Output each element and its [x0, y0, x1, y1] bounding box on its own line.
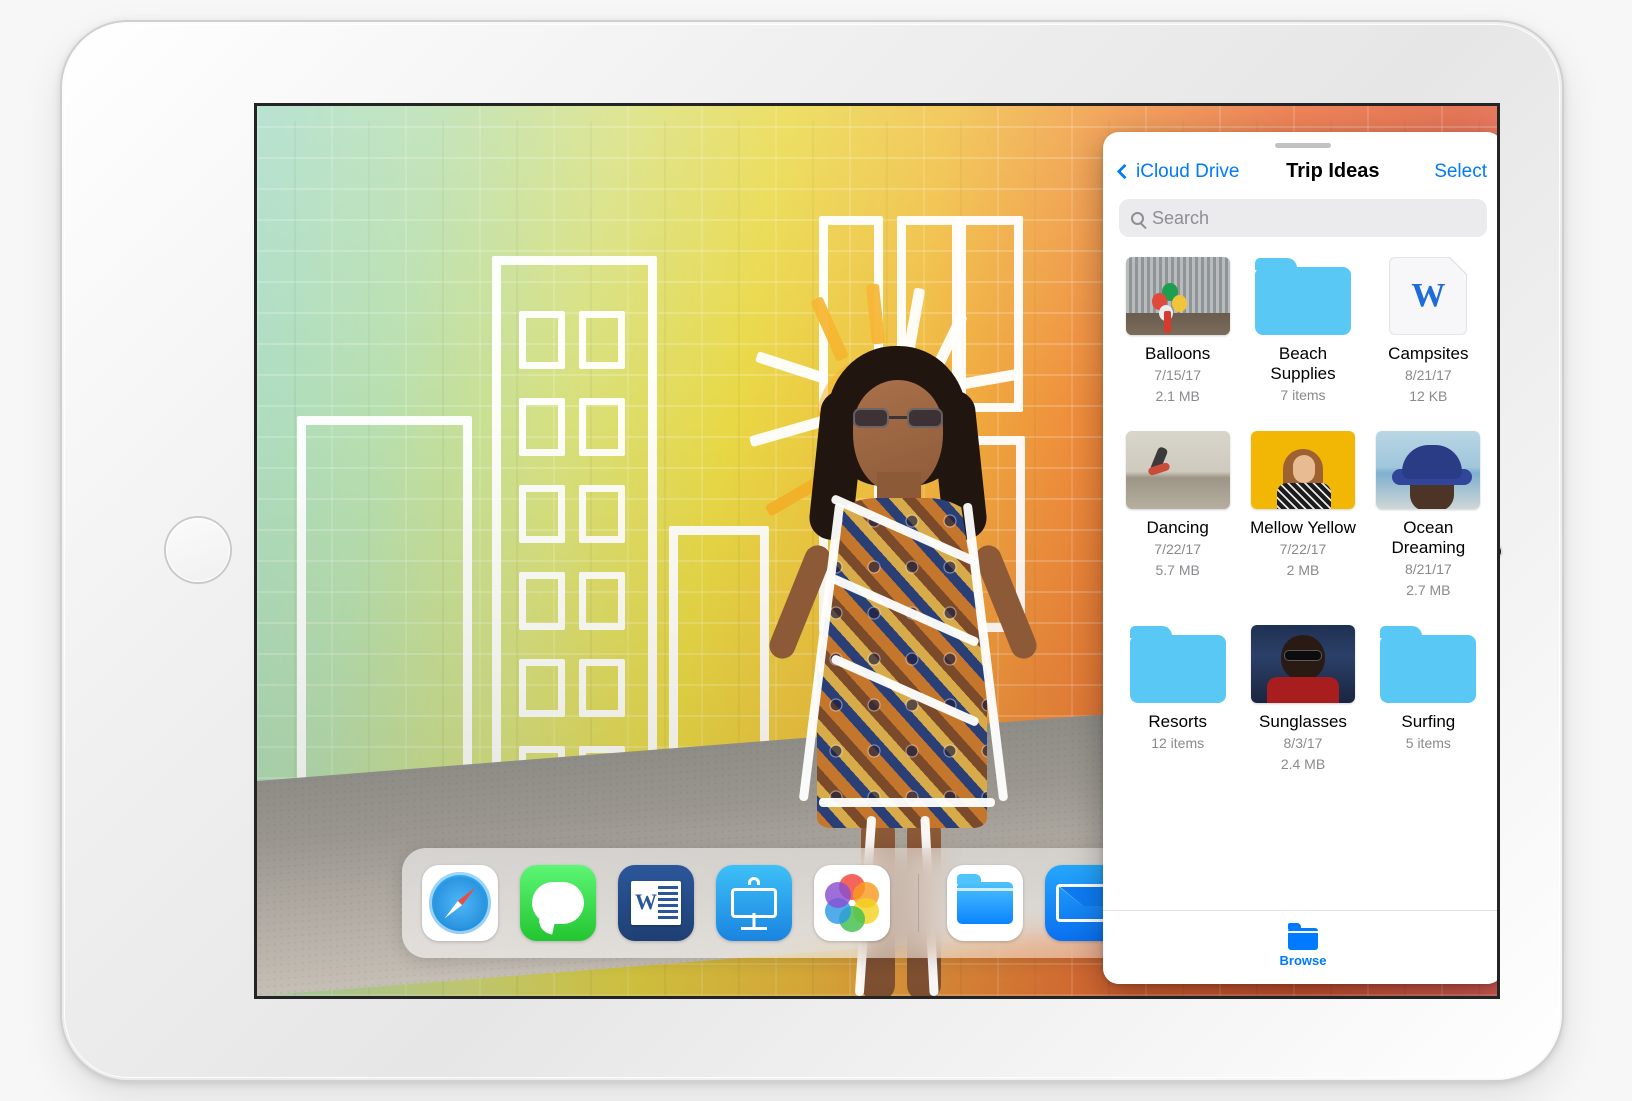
- folder-icon: [1126, 625, 1230, 704]
- screenshot-root: W iCloud Drive Trip Ideas Select Search …: [0, 0, 1632, 1101]
- search-placeholder: Search: [1152, 207, 1210, 228]
- file-name: Dancing: [1146, 517, 1209, 537]
- file-date: 8/21/17: [1404, 367, 1452, 384]
- back-button-label: iCloud Drive: [1136, 160, 1240, 182]
- file-name: Resorts: [1148, 712, 1207, 732]
- file-item-sunglasses[interactable]: Sunglasses 8/3/17 2.4 MB: [1240, 619, 1365, 791]
- photo-thumbnail: [1125, 430, 1230, 509]
- file-grid: Balloons 7/15/17 2.1 MB Beach Supplies 7…: [1103, 237, 1497, 910]
- file-size: 5.7 MB: [1155, 561, 1200, 578]
- photo-thumbnail: [1250, 430, 1355, 509]
- tab-browse[interactable]: Browse: [1279, 922, 1327, 968]
- file-name: Surfing: [1401, 712, 1456, 732]
- folder-icon: [1376, 625, 1480, 704]
- word-document-icon: W: [1376, 257, 1480, 335]
- file-item-dancing[interactable]: Dancing 7/22/17 5.7 MB: [1115, 425, 1240, 617]
- folder-icon: [1288, 922, 1318, 950]
- file-size: 2 MB: [1286, 561, 1320, 578]
- file-item-campsites[interactable]: W Campsites 8/21/17 12 KB: [1366, 251, 1491, 423]
- panel-navigation-bar: iCloud Drive Trip Ideas Select: [1103, 148, 1497, 189]
- file-date: 7/22/17: [1279, 541, 1327, 558]
- file-item-resorts[interactable]: Resorts 12 items: [1115, 619, 1240, 791]
- photo-thumbnail: [1250, 625, 1355, 704]
- dock-app-safari[interactable]: [422, 865, 498, 941]
- file-size: 2.7 MB: [1406, 581, 1451, 598]
- home-button[interactable]: [166, 518, 230, 582]
- file-item-beach-supplies[interactable]: Beach Supplies 7 items: [1240, 251, 1365, 423]
- file-name: Campsites: [1388, 344, 1469, 363]
- sunglasses-icon: [853, 408, 943, 428]
- page-title: Trip Ideas: [1286, 160, 1380, 182]
- dock-app-files[interactable]: [947, 865, 1023, 941]
- file-name: Ocean Dreaming: [1391, 517, 1466, 558]
- files-slideover-panel: iCloud Drive Trip Ideas Select Search Ba…: [1103, 132, 1497, 984]
- file-size: 2.4 MB: [1280, 755, 1326, 772]
- file-name: Balloons: [1145, 344, 1211, 363]
- file-item-ocean-dreaming[interactable]: Ocean Dreaming 8/21/17 2.7 MB: [1366, 425, 1491, 617]
- search-icon: [1131, 211, 1144, 225]
- file-item-mellow-yellow[interactable]: Mellow Yellow 7/22/17 2 MB: [1240, 425, 1365, 617]
- ipad-screen: W iCloud Drive Trip Ideas Select Search …: [257, 106, 1497, 996]
- folder-icon: [1251, 257, 1355, 335]
- dock-app-photos[interactable]: [814, 865, 890, 941]
- photo-thumbnail: [1125, 257, 1230, 335]
- dock-divider: [918, 874, 919, 932]
- file-size: 7 items: [1280, 387, 1326, 404]
- file-date: 8/21/17: [1404, 561, 1452, 578]
- dock-app-word[interactable]: W: [618, 865, 694, 941]
- dock-app-messages[interactable]: [520, 865, 596, 941]
- search-input[interactable]: Search: [1119, 199, 1487, 237]
- file-name: Sunglasses: [1259, 712, 1347, 732]
- file-date: 8/3/17: [1283, 735, 1323, 752]
- file-date: 7/15/17: [1154, 367, 1202, 384]
- file-item-surfing[interactable]: Surfing 5 items: [1366, 619, 1491, 791]
- panel-tab-bar: Browse: [1103, 910, 1497, 984]
- file-name: Mellow Yellow: [1250, 517, 1356, 537]
- back-button[interactable]: iCloud Drive: [1116, 160, 1240, 183]
- file-size: 12 items: [1151, 735, 1205, 752]
- file-size: 12 KB: [1409, 387, 1448, 404]
- dock-app-keynote[interactable]: [716, 865, 792, 941]
- file-size: 2.1 MB: [1155, 387, 1200, 404]
- file-item-balloons[interactable]: Balloons 7/15/17 2.1 MB: [1115, 251, 1240, 423]
- tab-label: Browse: [1279, 952, 1327, 968]
- file-name: Beach Supplies: [1270, 344, 1336, 384]
- file-date: 7/22/17: [1154, 541, 1202, 558]
- file-size: 5 items: [1405, 735, 1451, 752]
- chevron-left-icon: [1116, 163, 1133, 180]
- photo-thumbnail: [1376, 430, 1481, 509]
- select-button[interactable]: Select: [1434, 161, 1487, 183]
- ipad-device: W iCloud Drive Trip Ideas Select Search …: [62, 22, 1562, 1080]
